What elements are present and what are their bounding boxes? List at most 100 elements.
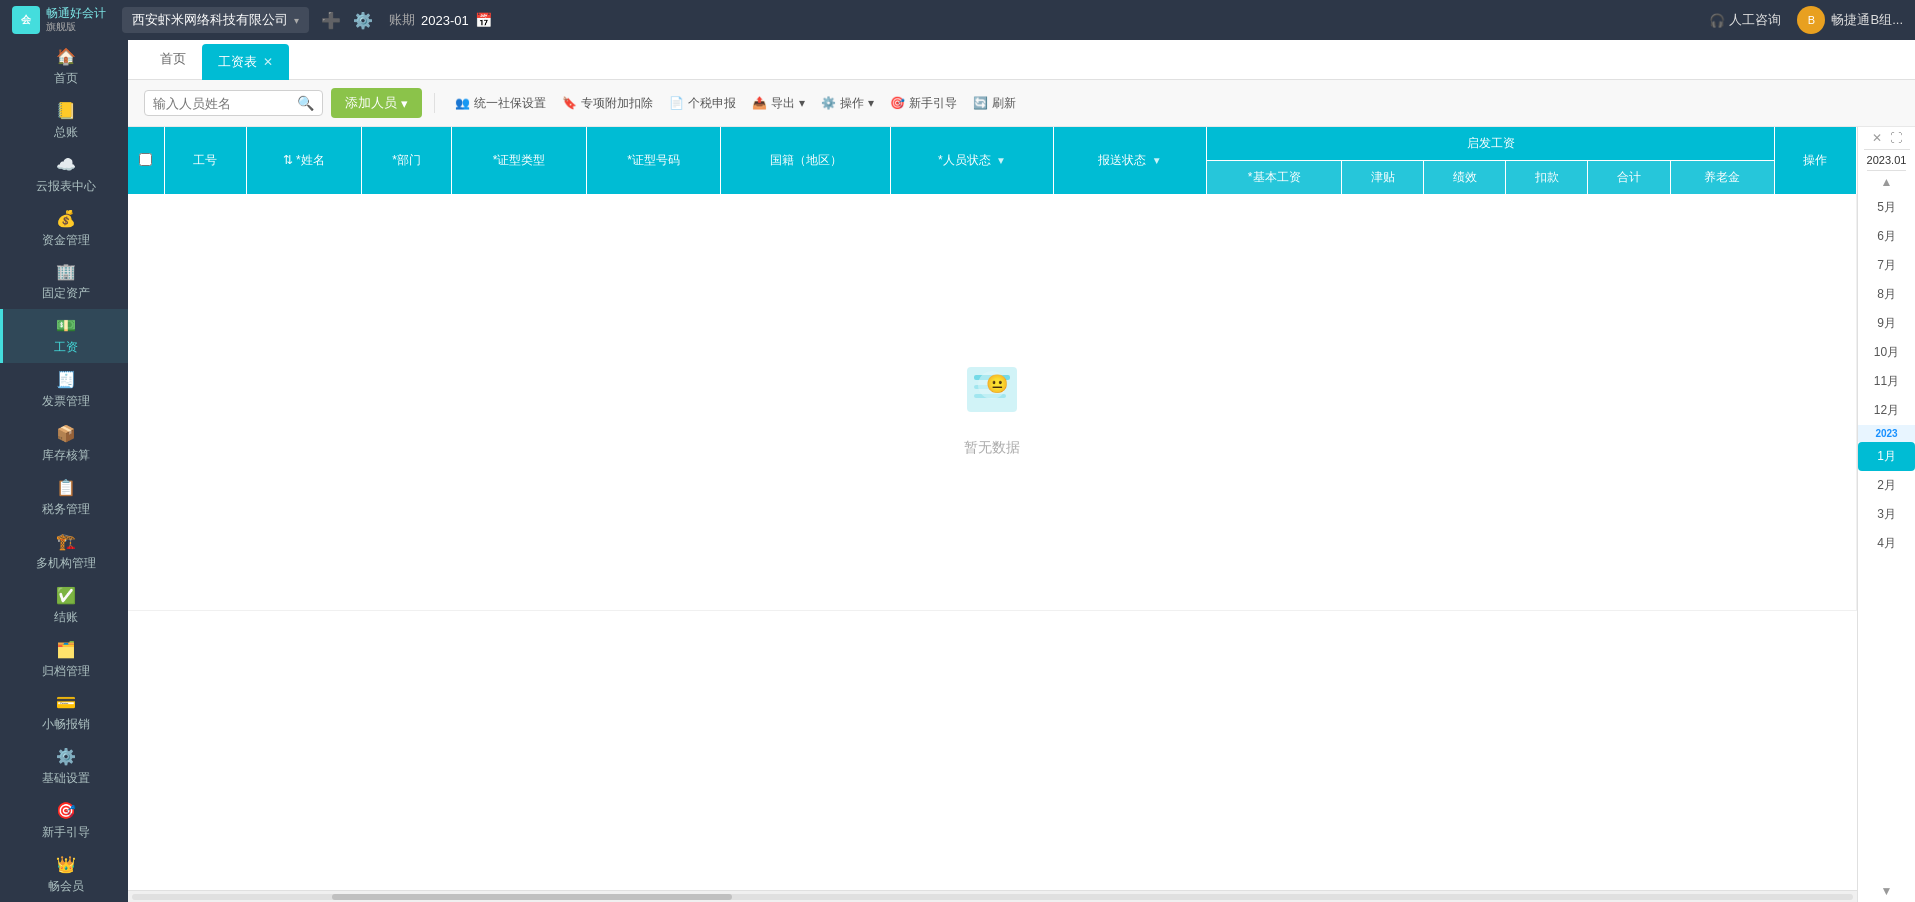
- month-item-7[interactable]: 7月: [1858, 251, 1915, 280]
- top-right-area: 🎧 人工咨询 B 畅捷通B组...: [1709, 6, 1903, 34]
- month-item-2023-01[interactable]: 1月: [1858, 442, 1915, 471]
- guide-toolbar-label: 新手引导: [909, 95, 957, 112]
- month-item-11[interactable]: 11月: [1858, 367, 1915, 396]
- cloud-icon: ☁️: [56, 155, 76, 174]
- company-dropdown-arrow: ▾: [294, 15, 299, 26]
- month-item-12[interactable]: 12月: [1858, 396, 1915, 425]
- sidebar-label-ledger: 总账: [54, 124, 78, 141]
- settings-icon: ⚙️: [56, 747, 76, 766]
- sidebar-item-expense[interactable]: 💳 小畅报销: [0, 687, 128, 741]
- sidebar-item-settings[interactable]: ⚙️ 基础设置: [0, 740, 128, 794]
- logo-text-block: 畅通好会计 旗舰版: [46, 6, 106, 34]
- sidebar: 🏠 首页 📒 总账 ☁️ 云报表中心 💰 资金管理 🏢 固定资产 💵 工资: [0, 40, 128, 902]
- empty-state: 😐 暂无数据: [138, 202, 1846, 602]
- sidebar-label-multi: 多机构管理: [36, 555, 96, 572]
- sidebar-item-ledger[interactable]: 📒 总账: [0, 94, 128, 148]
- expense-icon: 💳: [56, 693, 76, 712]
- sidebar-item-tax[interactable]: 📋 税务管理: [0, 471, 128, 525]
- panel-close-icon[interactable]: ✕: [1872, 131, 1882, 145]
- month-item-9[interactable]: 9月: [1858, 309, 1915, 338]
- sidebar-item-member[interactable]: 👑 畅会员: [0, 848, 128, 902]
- tax-icon: 📋: [56, 478, 76, 497]
- top-bar-settings[interactable]: ⚙️: [353, 11, 373, 30]
- action-social[interactable]: 👥 统一社保设置: [455, 95, 546, 112]
- month-item-10[interactable]: 10月: [1858, 338, 1915, 367]
- panel-nav-down[interactable]: ▼: [1877, 880, 1897, 902]
- tab-salary-close[interactable]: ✕: [263, 55, 273, 69]
- panel-nav-up[interactable]: ▲: [1877, 171, 1897, 193]
- action-refresh[interactable]: 🔄 刷新: [973, 95, 1016, 112]
- action-guide[interactable]: 🎯 新手引导: [890, 95, 957, 112]
- assets-icon: 🏢: [56, 262, 76, 281]
- company-selector[interactable]: 西安虾米网络科技有限公司 ▾: [122, 7, 309, 33]
- month-item-2023-04[interactable]: 4月: [1858, 529, 1915, 558]
- action-export[interactable]: 📤 导出 ▾: [752, 95, 805, 112]
- user-name[interactable]: 畅捷通B组...: [1831, 11, 1903, 29]
- period-display: 2023.01: [1867, 150, 1907, 171]
- calendar-icon[interactable]: 📅: [475, 12, 492, 28]
- add-person-arrow: ▾: [401, 96, 408, 111]
- sidebar-label-settings: 基础设置: [42, 770, 90, 787]
- fund-icon: 💰: [56, 209, 76, 228]
- support-button[interactable]: 🎧 人工咨询: [1709, 11, 1781, 29]
- action-tax[interactable]: 📄 个税申报: [669, 95, 736, 112]
- sort-icon-name: ⇅: [283, 153, 293, 167]
- sidebar-item-multi[interactable]: 🏗️ 多机构管理: [0, 525, 128, 579]
- sidebar-label-expense: 小畅报销: [42, 716, 90, 733]
- sidebar-item-home[interactable]: 🏠 首页: [0, 40, 128, 94]
- month-item-8[interactable]: 8月: [1858, 280, 1915, 309]
- sidebar-label-home: 首页: [54, 70, 78, 87]
- special-label: 专项附加扣除: [581, 95, 653, 112]
- add-person-button[interactable]: 添加人员 ▾: [331, 88, 422, 118]
- social-label: 统一社保设置: [474, 95, 546, 112]
- month-item-2023-02[interactable]: 2月: [1858, 471, 1915, 500]
- month-panel-header: ✕ ⛶: [1864, 127, 1910, 150]
- th-total: 合计: [1588, 161, 1670, 195]
- sidebar-label-tax: 税务管理: [42, 501, 90, 518]
- logo-area: 会 畅通好会计 旗舰版: [12, 6, 106, 34]
- top-bar-add[interactable]: ➕: [321, 11, 341, 30]
- sidebar-item-salary[interactable]: 💵 工资: [0, 309, 128, 363]
- sidebar-item-cloud[interactable]: ☁️ 云报表中心: [0, 148, 128, 202]
- year-badge-2023: 2023: [1858, 425, 1915, 442]
- operate-arrow: ▾: [868, 96, 874, 110]
- filter-icon-report[interactable]: ▼: [1152, 155, 1162, 166]
- sidebar-item-assets[interactable]: 🏢 固定资产: [0, 256, 128, 310]
- table-and-panel: 工号 ⇅ *姓名 *部门 *证型类型 *证型号码 国籍（地区）: [128, 127, 1915, 902]
- special-icon: 🔖: [562, 96, 577, 110]
- period-value: 2023-01: [421, 13, 469, 28]
- invoice-icon: 🧾: [56, 370, 76, 389]
- sidebar-item-settle[interactable]: ✅ 结账: [0, 579, 128, 633]
- month-item-2023-03[interactable]: 3月: [1858, 500, 1915, 529]
- empty-text: 暂无数据: [964, 439, 1020, 457]
- period-info: 账期 2023-01 📅: [389, 11, 492, 29]
- export-arrow: ▾: [799, 96, 805, 110]
- th-performance: 绩效: [1424, 161, 1506, 195]
- sidebar-item-fund[interactable]: 💰 资金管理: [0, 202, 128, 256]
- select-all-checkbox[interactable]: [139, 153, 152, 166]
- action-operate[interactable]: ⚙️ 操作 ▾: [821, 95, 874, 112]
- add-person-label: 添加人员: [345, 94, 397, 112]
- app-container: 会 畅通好会计 旗舰版 西安虾米网络科技有限公司 ▾ ➕ ⚙️ 账期 2023-…: [0, 0, 1915, 902]
- action-special[interactable]: 🔖 专项附加扣除: [562, 95, 653, 112]
- period-display-value: 2023.01: [1867, 154, 1907, 166]
- sidebar-item-invoice[interactable]: 🧾 发票管理: [0, 363, 128, 417]
- scrollbar-area: [128, 890, 1857, 902]
- main-layout: 🏠 首页 📒 总账 ☁️ 云报表中心 💰 资金管理 🏢 固定资产 💵 工资: [0, 40, 1915, 902]
- sidebar-item-guide[interactable]: 🎯 新手引导: [0, 794, 128, 848]
- table-wrapper: 工号 ⇅ *姓名 *部门 *证型类型 *证型号码 国籍（地区）: [128, 127, 1857, 890]
- month-item-5[interactable]: 5月: [1858, 193, 1915, 222]
- scrollbar-track: [132, 894, 1853, 900]
- sidebar-item-archive[interactable]: 🗂️ 归档管理: [0, 633, 128, 687]
- tab-home[interactable]: 首页: [144, 40, 202, 80]
- headset-icon: 🎧: [1709, 13, 1725, 28]
- empty-state-cell: 😐 暂无数据: [128, 194, 1857, 611]
- tab-salary[interactable]: 工资表 ✕: [202, 44, 289, 80]
- filter-icon-status[interactable]: ▼: [996, 155, 1006, 166]
- search-input[interactable]: [153, 96, 293, 111]
- sidebar-item-inventory[interactable]: 📦 库存核算: [0, 417, 128, 471]
- month-item-6[interactable]: 6月: [1858, 222, 1915, 251]
- panel-expand-icon[interactable]: ⛶: [1890, 131, 1902, 145]
- refresh-icon: 🔄: [973, 96, 988, 110]
- scrollbar-thumb[interactable]: [332, 894, 732, 900]
